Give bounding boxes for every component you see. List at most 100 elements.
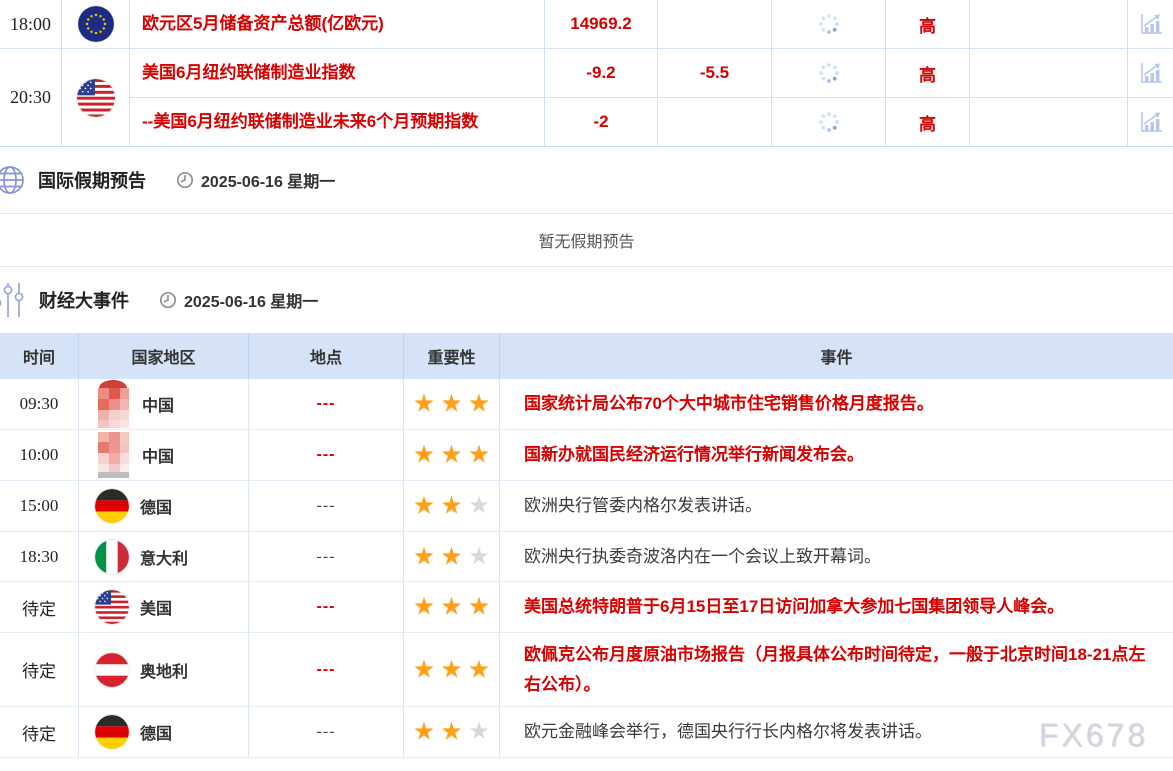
event-description: 国家统计局公布70个大中城市住宅销售价格月度报告。 bbox=[500, 379, 1173, 430]
fx678-watermark: FX678 bbox=[1039, 717, 1148, 754]
event-time: 18:30 bbox=[0, 532, 79, 582]
events-col-importance: 重要性 bbox=[404, 333, 500, 379]
importance-stars: ★★★ bbox=[404, 379, 500, 430]
event-location: --- bbox=[317, 598, 336, 616]
events-table: 时间 国家地区 地点 重要性 事件 09:30 中国 --- ★★★ 国家统计局… bbox=[0, 333, 1173, 758]
econ-effect-cell bbox=[970, 98, 1128, 146]
loading-spinner-icon bbox=[817, 110, 841, 134]
event-country-cell: 中国 bbox=[79, 379, 249, 430]
event-location: --- bbox=[317, 395, 336, 413]
event-country-name: 德国 bbox=[140, 720, 172, 744]
event-country-name: 意大利 bbox=[140, 545, 188, 569]
chart-trend-icon[interactable] bbox=[1138, 109, 1164, 135]
event-location: --- bbox=[317, 446, 336, 464]
events-section-header: 财经大事件 2025-06-16 星期一 bbox=[0, 267, 1173, 333]
econ-actual-cell bbox=[772, 0, 886, 49]
econ-event-cell: 美国6月纽约联储制造业指数 bbox=[130, 49, 545, 98]
event-country-name: 中国 bbox=[142, 443, 174, 467]
econ-forecast-cell bbox=[658, 98, 772, 146]
event-time: 09:30 bbox=[0, 379, 79, 430]
event-description: 欧洲央行执委奇波洛内在一个会议上致开幕词。 bbox=[500, 532, 1173, 582]
event-country-name: 美国 bbox=[140, 595, 172, 619]
holiday-section-header: 国际假期预告 2025-06-16 星期一 bbox=[0, 147, 1173, 213]
events-section-date: 2025-06-16 星期一 bbox=[184, 288, 318, 312]
importance-stars: ★★★ bbox=[404, 582, 500, 633]
econ-effect-cell bbox=[970, 49, 1128, 98]
flag-china-censored-icon bbox=[95, 431, 131, 479]
event-country-cell: 德国 bbox=[79, 481, 249, 532]
holiday-section-date: 2025-06-16 星期一 bbox=[201, 168, 335, 192]
econ-chart-cell[interactable] bbox=[1128, 0, 1173, 49]
econ-importance-cell: 高 bbox=[886, 0, 970, 49]
econ-importance-cell: 高 bbox=[886, 98, 970, 146]
econ-importance: 高 bbox=[919, 12, 936, 37]
econ-chart-cell[interactable] bbox=[1128, 49, 1173, 98]
chart-trend-icon[interactable] bbox=[1138, 11, 1164, 37]
chart-trend-icon[interactable] bbox=[1138, 60, 1164, 86]
event-time: 待定 bbox=[0, 633, 79, 707]
econ-previous-value: 14969.2 bbox=[570, 14, 631, 34]
econ-forecast-cell: -5.5 bbox=[658, 49, 772, 98]
events-col-time: 时间 bbox=[0, 333, 79, 379]
econ-forecast-cell bbox=[658, 0, 772, 49]
flag-austria-icon bbox=[95, 653, 129, 687]
econ-previous-value: -2 bbox=[593, 112, 608, 132]
flag-germany-icon bbox=[95, 489, 129, 523]
globe-icon bbox=[0, 164, 26, 196]
holiday-empty-message: 暂无假期预告 bbox=[0, 213, 1173, 267]
flag-italy-icon bbox=[95, 540, 129, 574]
econ-time: 20:30 bbox=[10, 87, 51, 108]
economic-data-table: 18:00 欧元区5月储备资产总额(亿欧元) 14969.2 高 bbox=[0, 0, 1173, 147]
econ-flag-cell bbox=[62, 49, 130, 146]
event-country-name: 中国 bbox=[142, 392, 174, 416]
econ-forecast-value: -5.5 bbox=[700, 63, 729, 83]
clock-icon bbox=[176, 171, 194, 189]
econ-event-name: 美国6月纽约联储制造业指数 bbox=[142, 63, 355, 83]
econ-event-name: 欧元区5月储备资产总额(亿欧元) bbox=[142, 14, 384, 34]
econ-flag-cell bbox=[62, 0, 130, 49]
importance-stars: ★★★ bbox=[404, 430, 500, 481]
clock-icon bbox=[159, 291, 177, 309]
flag-eurozone-icon bbox=[78, 6, 114, 42]
event-description: 欧洲央行管委内格尔发表讲话。 bbox=[500, 481, 1173, 532]
loading-spinner-icon bbox=[817, 12, 841, 36]
event-country-cell: 中国 bbox=[79, 430, 249, 481]
econ-importance: 高 bbox=[919, 61, 936, 86]
econ-chart-cell[interactable] bbox=[1128, 98, 1173, 146]
flag-usa-icon bbox=[95, 590, 129, 624]
econ-actual-cell bbox=[772, 98, 886, 146]
event-country-name: 奥地利 bbox=[140, 658, 188, 682]
event-country-cell: 意大利 bbox=[79, 532, 249, 582]
event-location: --- bbox=[317, 548, 336, 566]
loading-spinner-icon bbox=[817, 61, 841, 85]
flag-china-censored-icon bbox=[95, 380, 131, 428]
econ-time: 18:00 bbox=[10, 14, 51, 35]
event-location: --- bbox=[317, 723, 336, 741]
econ-event-cell: 欧元区5月储备资产总额(亿欧元) bbox=[130, 0, 545, 49]
event-country-cell: 美国 bbox=[79, 582, 249, 633]
event-description: 国新办就国民经济运行情况举行新闻发布会。 bbox=[500, 430, 1173, 481]
importance-stars: ★★★ bbox=[404, 633, 500, 707]
econ-importance-cell: 高 bbox=[886, 49, 970, 98]
sliders-icon bbox=[0, 281, 27, 319]
events-col-region: 国家地区 bbox=[79, 333, 249, 379]
event-country-cell: 德国 bbox=[79, 707, 249, 758]
events-section-title: 财经大事件 bbox=[39, 287, 129, 313]
event-country-cell: 奥地利 bbox=[79, 633, 249, 707]
econ-importance: 高 bbox=[919, 110, 936, 135]
event-country-name: 德国 bbox=[140, 494, 172, 518]
holiday-section-title: 国际假期预告 bbox=[38, 167, 146, 193]
importance-stars: ★★★ bbox=[404, 532, 500, 582]
event-description: 美国总统特朗普于6月15日至17日访问加拿大参加七国集团领导人峰会。 bbox=[500, 582, 1173, 633]
event-time: 待定 bbox=[0, 707, 79, 758]
events-col-event: 事件 bbox=[500, 333, 1173, 379]
event-time: 10:00 bbox=[0, 430, 79, 481]
importance-stars: ★★★ bbox=[404, 707, 500, 758]
econ-time-cell: 20:30 bbox=[0, 49, 62, 146]
flag-usa-icon bbox=[77, 79, 115, 117]
econ-previous-cell: -9.2 bbox=[545, 49, 658, 98]
econ-previous-cell: 14969.2 bbox=[545, 0, 658, 49]
econ-event-name: --美国6月纽约联储制造业未来6个月预期指数 bbox=[142, 112, 478, 132]
event-time: 15:00 bbox=[0, 481, 79, 532]
event-location: --- bbox=[317, 661, 336, 679]
